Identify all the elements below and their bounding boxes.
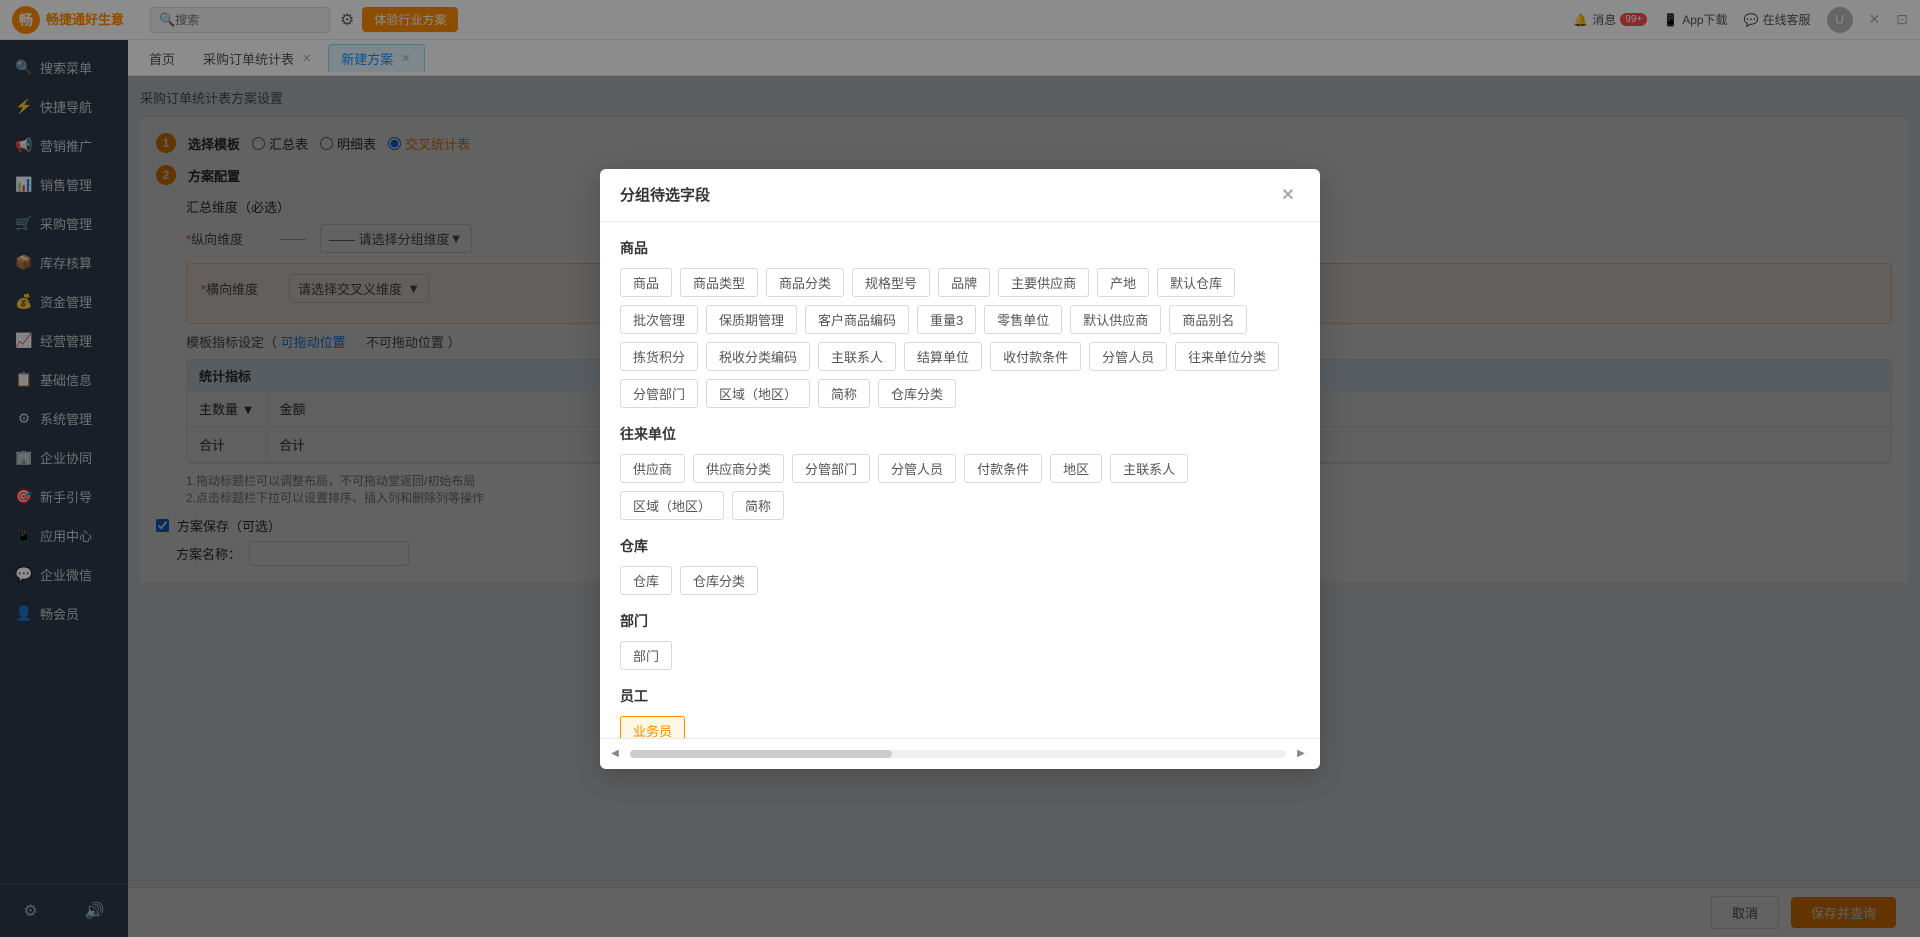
chip-region[interactable]: 地区 bbox=[1050, 454, 1102, 483]
section-transaction-title: 往来单位 bbox=[620, 424, 1300, 444]
section-product: 商品 商品 商品类型 商品分类 规格型号 品牌 主要供应商 产地 默认仓库 批次… bbox=[620, 238, 1300, 408]
section-transaction: 往来单位 供应商 供应商分类 分管部门 分管人员 付款条件 地区 主联系人 区域… bbox=[620, 424, 1300, 520]
modal-title: 分组待选字段 bbox=[620, 184, 710, 205]
section-department-title: 部门 bbox=[620, 611, 1300, 631]
chip-main-contact[interactable]: 主联系人 bbox=[818, 342, 896, 371]
chip-product-category[interactable]: 商品分类 bbox=[766, 268, 844, 297]
chip-manage-dept[interactable]: 分管部门 bbox=[792, 454, 870, 483]
chip-pickup-points[interactable]: 拣货积分 bbox=[620, 342, 698, 371]
chip-default-supplier[interactable]: 默认供应商 bbox=[1070, 305, 1161, 334]
section-employee-title: 员工 bbox=[620, 686, 1300, 706]
chip-weight3[interactable]: 重量3 bbox=[917, 305, 976, 334]
chip-main-supplier[interactable]: 主要供应商 bbox=[998, 268, 1089, 297]
modal-close-button[interactable]: ✕ bbox=[1276, 183, 1300, 207]
chip-payment-cond[interactable]: 付款条件 bbox=[964, 454, 1042, 483]
modal-body: 商品 商品 商品类型 商品分类 规格型号 品牌 主要供应商 产地 默认仓库 批次… bbox=[600, 222, 1320, 738]
product-chips: 商品 商品类型 商品分类 规格型号 品牌 主要供应商 产地 默认仓库 批次管理 … bbox=[620, 268, 1300, 408]
chip-spec-type[interactable]: 规格型号 bbox=[852, 268, 930, 297]
modal-box: 分组待选字段 ✕ 商品 商品 商品类型 商品分类 规格型号 品牌 主要供应商 产… bbox=[600, 169, 1320, 769]
chip-supplier-category[interactable]: 供应商分类 bbox=[693, 454, 784, 483]
chip-expiry-mgmt[interactable]: 保质期管理 bbox=[706, 305, 797, 334]
chip-manage-person[interactable]: 分管人员 bbox=[878, 454, 956, 483]
chip-retail-unit[interactable]: 零售单位 bbox=[984, 305, 1062, 334]
chip-warehouse-cat[interactable]: 仓库分类 bbox=[680, 566, 758, 595]
modal-header: 分组待选字段 ✕ bbox=[600, 169, 1320, 222]
chip-brand[interactable]: 品牌 bbox=[938, 268, 990, 297]
chip-default-warehouse[interactable]: 默认仓库 bbox=[1157, 268, 1235, 297]
chip-source-unit-category[interactable]: 往来单位分类 bbox=[1175, 342, 1279, 371]
scroll-right-arrow[interactable]: ▶ bbox=[1294, 747, 1308, 761]
warehouse-chips: 仓库 仓库分类 bbox=[620, 566, 1300, 595]
chip-origin[interactable]: 产地 bbox=[1097, 268, 1149, 297]
chip-short-name[interactable]: 简称 bbox=[818, 379, 870, 408]
chip-product-alias[interactable]: 商品别名 bbox=[1169, 305, 1247, 334]
chip-customer-code[interactable]: 客户商品编码 bbox=[805, 305, 909, 334]
scroll-left-arrow[interactable]: ◀ bbox=[608, 747, 622, 761]
chip-warehouse-category[interactable]: 仓库分类 bbox=[878, 379, 956, 408]
chip-supplier[interactable]: 供应商 bbox=[620, 454, 685, 483]
section-warehouse: 仓库 仓库 仓库分类 bbox=[620, 536, 1300, 595]
section-warehouse-title: 仓库 bbox=[620, 536, 1300, 556]
department-chips: 部门 bbox=[620, 641, 1300, 670]
chip-region-loc2[interactable]: 区域（地区） bbox=[620, 491, 724, 520]
chip-tax-code[interactable]: 税收分类编码 bbox=[706, 342, 810, 371]
section-product-title: 商品 bbox=[620, 238, 1300, 258]
chip-salesperson[interactable]: 业务员 bbox=[620, 716, 685, 738]
chip-settle-unit[interactable]: 结算单位 bbox=[904, 342, 982, 371]
chip-main-contact2[interactable]: 主联系人 bbox=[1110, 454, 1188, 483]
section-employee: 员工 业务员 bbox=[620, 686, 1300, 738]
chip-manager[interactable]: 分管人员 bbox=[1089, 342, 1167, 371]
scrollbar-thumb bbox=[630, 750, 892, 758]
modal-overlay: 分组待选字段 ✕ 商品 商品 商品类型 商品分类 规格型号 品牌 主要供应商 产… bbox=[0, 0, 1920, 937]
chip-product-type[interactable]: 商品类型 bbox=[680, 268, 758, 297]
chip-warehouse[interactable]: 仓库 bbox=[620, 566, 672, 595]
chip-payment-terms[interactable]: 收付款条件 bbox=[990, 342, 1081, 371]
chip-department[interactable]: 部门 bbox=[620, 641, 672, 670]
chip-region-loc[interactable]: 区域（地区） bbox=[706, 379, 810, 408]
chip-dept[interactable]: 分管部门 bbox=[620, 379, 698, 408]
modal-footer: ◀ ▶ bbox=[600, 738, 1320, 769]
section-department: 部门 部门 bbox=[620, 611, 1300, 670]
horizontal-scrollbar[interactable] bbox=[630, 750, 1286, 758]
chip-batch-mgmt[interactable]: 批次管理 bbox=[620, 305, 698, 334]
transaction-chips: 供应商 供应商分类 分管部门 分管人员 付款条件 地区 主联系人 区域（地区） … bbox=[620, 454, 1300, 520]
chip-product[interactable]: 商品 bbox=[620, 268, 672, 297]
chip-short-name2[interactable]: 简称 bbox=[732, 491, 784, 520]
employee-chips: 业务员 bbox=[620, 716, 1300, 738]
